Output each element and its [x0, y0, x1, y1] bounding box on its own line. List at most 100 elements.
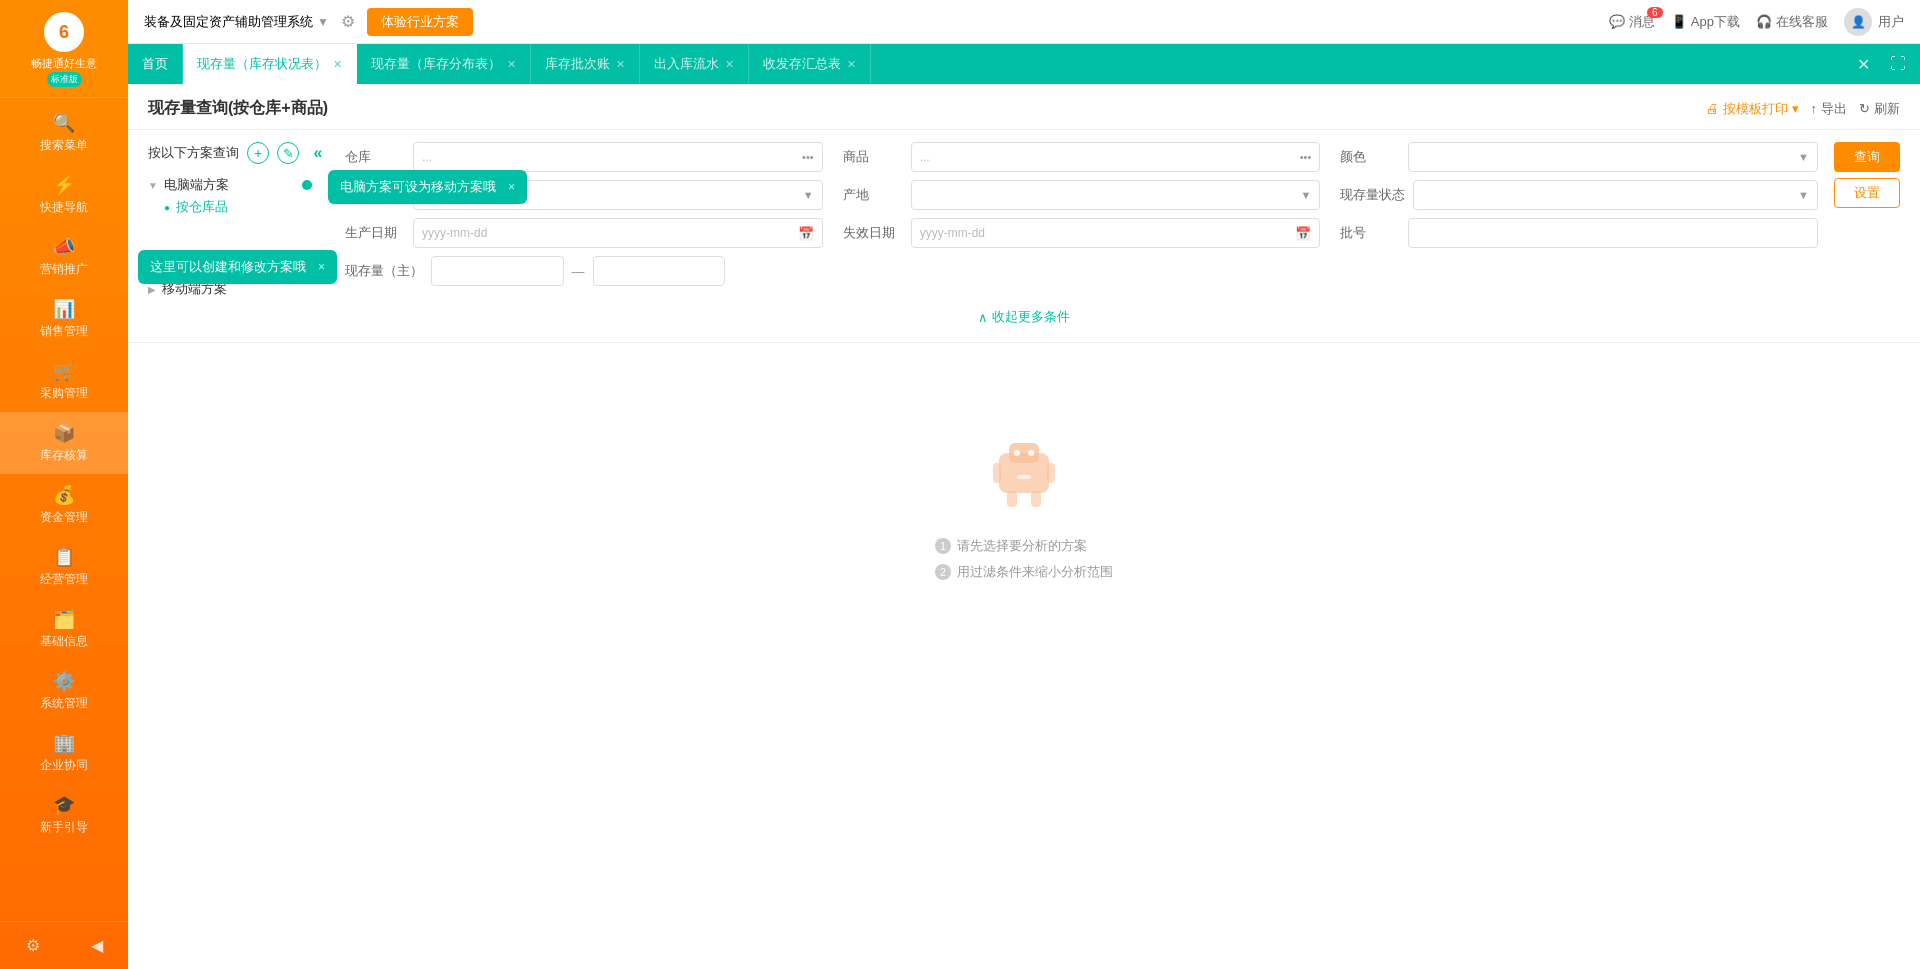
sidebar-logo: 6 畅捷通好生意 标准版: [0, 0, 128, 98]
reset-button[interactable]: 设置: [1834, 178, 1900, 208]
app-download-button[interactable]: 📱 App下载: [1671, 13, 1740, 31]
stock-qty-max-input[interactable]: [593, 256, 726, 286]
sidebar-collapse-button[interactable]: ◀: [87, 932, 107, 959]
tab-batch-ledger[interactable]: 库存批次账 ✕: [531, 44, 640, 84]
filter-header: 按以下方案查询 + ✎ «: [148, 142, 329, 164]
empty-state: 请先选择要分析的方案 用过滤条件来缩小分析范围: [128, 343, 1920, 665]
sidebar-nav: 🔍 搜索菜单 ⚡ 快捷导航 📣 营销推广 📊 销售管理 🛒 采购管理 📦 库存核…: [0, 98, 128, 921]
sidebar-item-label: 搜索菜单: [40, 137, 88, 154]
edit-scheme-button[interactable]: ✎: [277, 142, 299, 164]
sidebar-item-label: 经营管理: [40, 571, 88, 588]
tab-close-icon[interactable]: ✕: [616, 58, 625, 71]
tab-receive-summary[interactable]: 收发存汇总表 ✕: [749, 44, 871, 84]
tab-inventory-dist[interactable]: 现存量（库存分布表） ✕: [357, 44, 531, 84]
purchase-icon: 🛒: [53, 360, 75, 382]
tab-close-icon[interactable]: ✕: [847, 58, 856, 71]
calendar-icon[interactable]: 📅: [1295, 226, 1311, 241]
refresh-button[interactable]: ↻ 刷新: [1859, 100, 1900, 118]
tab-home[interactable]: 首页: [128, 44, 183, 84]
calendar-icon[interactable]: 📅: [798, 226, 814, 241]
query-button[interactable]: 查询: [1834, 142, 1900, 172]
warehouse-input[interactable]: ... •••: [413, 142, 823, 172]
scheme-item[interactable]: ● 按仓库品: [164, 196, 329, 218]
tab-maximize-button[interactable]: ⛶: [1884, 53, 1912, 75]
stock-status-select[interactable]: ▼: [1413, 180, 1818, 210]
empty-tip-1: 请先选择要分析的方案: [935, 533, 1113, 559]
sidebar-item-sales[interactable]: 📊 销售管理: [0, 288, 128, 350]
enterprise-icon: 🏢: [53, 732, 75, 754]
export-button[interactable]: ↑ 导出: [1811, 100, 1848, 118]
sidebar-item-marketing[interactable]: 📣 营销推广: [0, 226, 128, 288]
tab-close-all-button[interactable]: ✕: [1851, 53, 1876, 76]
page-content: 现存量查询(按仓库+商品) 🖨 按模板打印 ▾ ↑ 导出 ↻ 刷新: [128, 84, 1920, 969]
tab-close-icon[interactable]: ✕: [725, 58, 734, 71]
sidebar-item-system[interactable]: ⚙️ 系统管理: [0, 660, 128, 722]
main-content: 装备及固定资产辅助管理系统 ▼ ⚙ 体验行业方案 💬 消息 6 📱 App下载 …: [128, 0, 1920, 969]
collapse-row: ∧ 收起更多条件: [148, 300, 1900, 330]
industry-plan-button[interactable]: 体验行业方案: [367, 8, 473, 36]
stock-qty-min-input[interactable]: [431, 256, 564, 286]
basic-icon: 🗂️: [53, 608, 75, 630]
goods-label: 商品: [843, 148, 903, 166]
system-title-select[interactable]: 装备及固定资产辅助管理系统 ▼: [144, 13, 329, 31]
tooltip-close-button[interactable]: ×: [508, 180, 515, 194]
batch-no-label: 批号: [1340, 224, 1400, 242]
operation-icon: 📋: [53, 546, 75, 568]
sidebar-item-enterprise[interactable]: 🏢 企业协同: [0, 722, 128, 784]
notification-button[interactable]: 💬 消息 6: [1609, 13, 1655, 31]
empty-tips: 请先选择要分析的方案 用过滤条件来缩小分析范围: [935, 533, 1113, 585]
tab-batch-ledger-label: 库存批次账: [545, 55, 610, 73]
filter-stock-status: 现存量状态 ▼: [1340, 180, 1818, 210]
quick-icon: ⚡: [53, 174, 75, 196]
exp-date-label: 失效日期: [843, 224, 903, 242]
sidebar-item-finance[interactable]: 💰 资金管理: [0, 474, 128, 536]
tab-inout-flow[interactable]: 出入库流水 ✕: [640, 44, 749, 84]
empty-illustration: [979, 423, 1069, 513]
tab-inventory-status[interactable]: 现存量（库存状况表） ✕: [183, 44, 357, 84]
filter-top: 按以下方案查询 + ✎ « 电脑方案可设为移动方案哦 ×: [148, 142, 1900, 300]
scheme-name-label: 按仓库品: [176, 198, 228, 216]
prod-date-input[interactable]: yyyy-mm-dd 📅: [413, 218, 823, 248]
settings-icon[interactable]: ⚙: [341, 12, 355, 31]
stock-status-label: 现存量状态: [1340, 186, 1405, 204]
tab-home-label: 首页: [142, 55, 168, 73]
tab-close-icon[interactable]: ✕: [507, 58, 516, 71]
batch-no-input[interactable]: [1408, 218, 1818, 248]
logo-icon: 6: [44, 12, 84, 52]
filter-row-2: 尺码 ▼ 产地 ▼: [345, 180, 1818, 210]
sidebar-item-search[interactable]: 🔍 搜索菜单: [0, 102, 128, 164]
color-select[interactable]: ▼: [1408, 142, 1818, 172]
exp-date-input[interactable]: yyyy-mm-dd 📅: [911, 218, 1321, 248]
sidebar-item-guide[interactable]: 🎓 新手引导: [0, 784, 128, 846]
origin-select[interactable]: ▼: [911, 180, 1321, 210]
tab-close-icon[interactable]: ✕: [333, 58, 342, 71]
dot-indicator: [302, 180, 312, 190]
back-scheme-button[interactable]: «: [307, 142, 329, 164]
sidebar-item-purchase[interactable]: 🛒 采购管理: [0, 350, 128, 412]
sidebar-item-operation[interactable]: 📋 经营管理: [0, 536, 128, 598]
printer-icon: 🖨: [1706, 101, 1719, 116]
svg-rect-5: [993, 463, 1001, 483]
chevron-up-icon: ∧: [978, 310, 988, 325]
sidebar-item-inventory[interactable]: 📦 库存核算: [0, 412, 128, 474]
avatar: 👤: [1844, 8, 1872, 36]
print-button[interactable]: 🖨 按模板打印 ▾: [1706, 100, 1799, 118]
sidebar-item-basic[interactable]: 🗂️ 基础信息: [0, 598, 128, 660]
add-scheme-button[interactable]: +: [247, 142, 269, 164]
online-service-button[interactable]: 🎧 在线客服: [1756, 13, 1828, 31]
sidebar-item-quick[interactable]: ⚡ 快捷导航: [0, 164, 128, 226]
sidebar-settings-button[interactable]: ⚙: [22, 932, 44, 959]
goods-input[interactable]: ... •••: [911, 142, 1321, 172]
system-title-text: 装备及固定资产辅助管理系统: [144, 13, 313, 31]
collapse-button[interactable]: ∧ 收起更多条件: [978, 308, 1070, 326]
user-area[interactable]: 👤 用户: [1844, 8, 1904, 36]
chevron-down-icon: ▼: [803, 189, 814, 201]
tab-bar-end: ✕ ⛶: [1851, 53, 1920, 76]
tooltip-close-button2[interactable]: ×: [318, 260, 325, 274]
headset-icon: 🎧: [1756, 14, 1772, 29]
sidebar-item-label: 资金管理: [40, 509, 88, 526]
sidebar-footer: ⚙ ◀: [0, 921, 128, 969]
warehouse-label: 仓库: [345, 148, 405, 166]
svg-rect-1: [1009, 443, 1039, 463]
title-actions: 🖨 按模板打印 ▾ ↑ 导出 ↻ 刷新: [1706, 100, 1901, 118]
